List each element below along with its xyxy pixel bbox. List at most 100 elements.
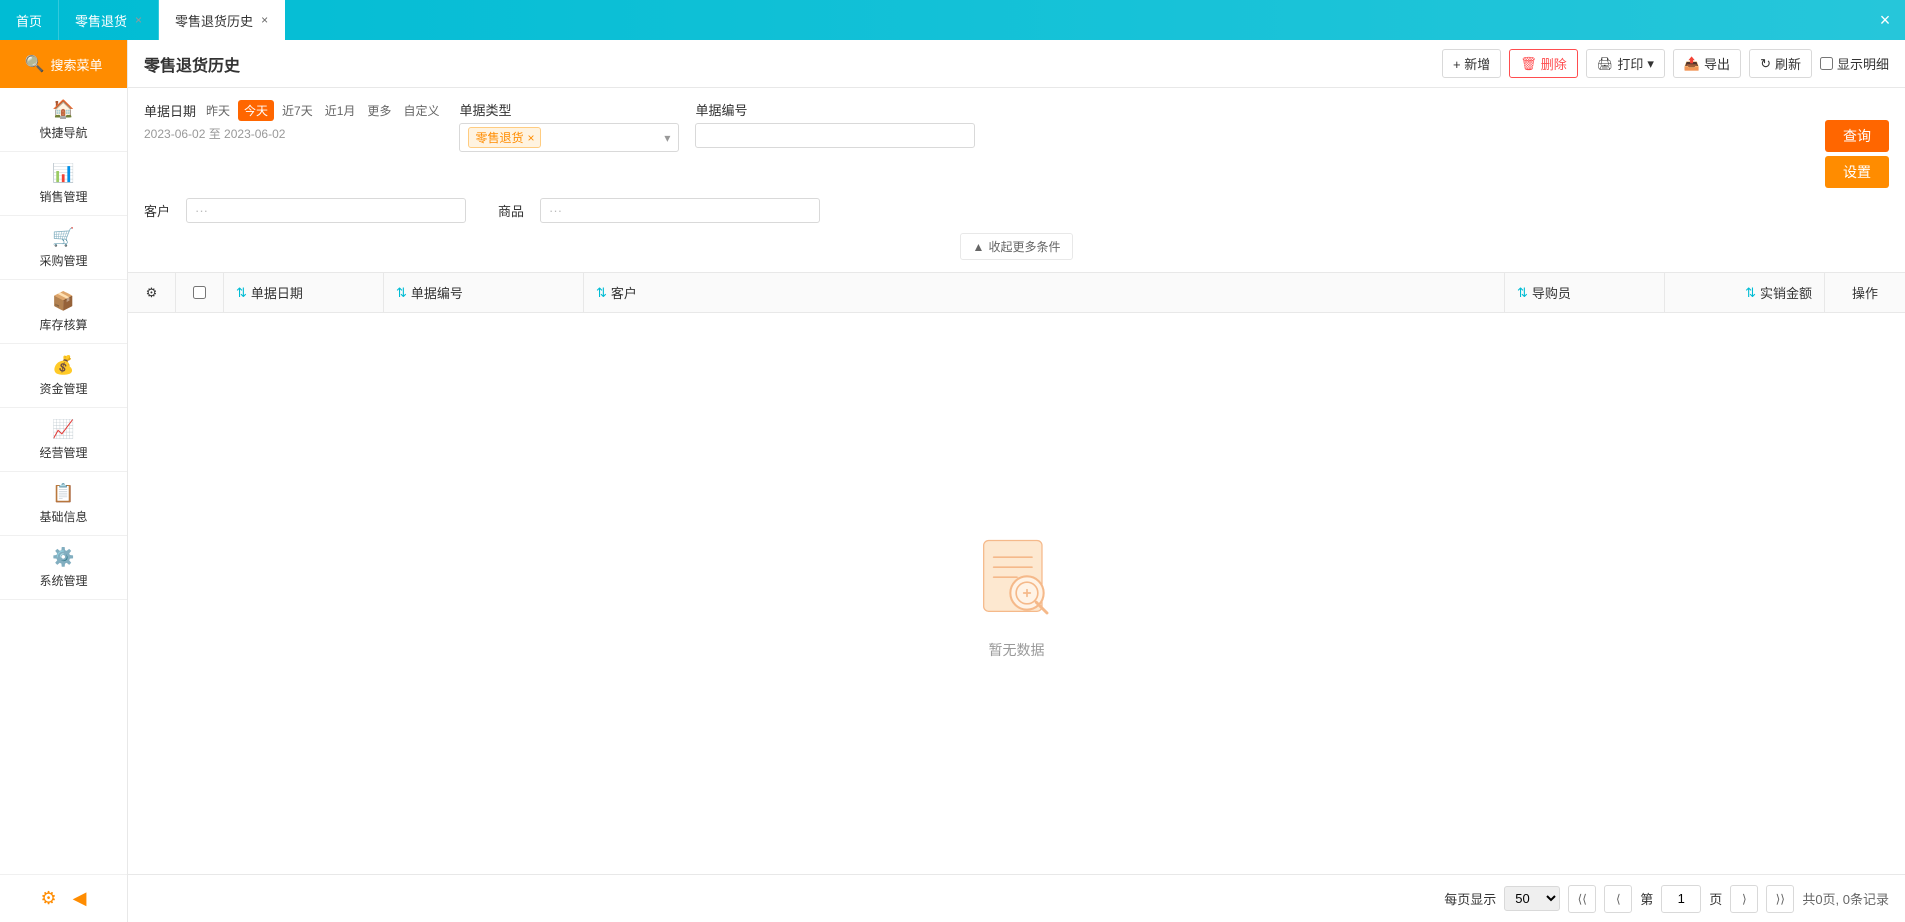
collapse-icon: ▲ bbox=[973, 240, 985, 254]
th-settings[interactable]: ⚙ bbox=[128, 273, 176, 312]
next-page-button[interactable]: ⟩ bbox=[1730, 885, 1758, 913]
empty-state-illustration bbox=[967, 528, 1067, 628]
doc-number-input[interactable] bbox=[695, 123, 975, 148]
th-checkbox[interactable] bbox=[176, 273, 224, 312]
close-tab-retail-return[interactable]: × bbox=[135, 13, 142, 27]
date-shortcut-last1m[interactable]: 近1月 bbox=[321, 100, 360, 121]
query-button[interactable]: 查询 bbox=[1825, 120, 1889, 152]
customer-input[interactable]: ··· bbox=[186, 198, 466, 223]
per-page-label: 每页显示 bbox=[1444, 889, 1496, 908]
page-title: 零售退货历史 bbox=[144, 52, 1442, 76]
th-amount[interactable]: ⇅ 实销金额 bbox=[1665, 273, 1825, 312]
sort-amount-icon: ⇅ bbox=[1745, 285, 1756, 301]
sidebar-item-finance[interactable]: 💰 资金管理 bbox=[0, 344, 127, 408]
top-bar: 首页 零售退货 × 零售退货历史 × × bbox=[0, 0, 1905, 40]
sort-customer-icon: ⇅ bbox=[596, 285, 607, 301]
search-icon: 🔍 bbox=[25, 54, 45, 74]
main-layout: 🔍 搜索菜单 🏠 快捷导航 📊 销售管理 🛒 采购管理 📦 库存核算 💰 资金管… bbox=[0, 40, 1905, 922]
settings-column-icon: ⚙ bbox=[146, 285, 158, 301]
sidebar-item-sales-mgmt[interactable]: 📊 销售管理 bbox=[0, 152, 127, 216]
header-actions: + 新增 🗑 删除 🖨 打印 ▾ 📤 导出 ↻ 刷新 bbox=[1442, 49, 1889, 78]
settings-bottom-icon[interactable]: ⚙ bbox=[41, 888, 57, 909]
sidebar-search[interactable]: 🔍 搜索菜单 bbox=[0, 40, 127, 88]
doc-number-filter: 单据编号 bbox=[695, 100, 975, 148]
sidebar-item-operations[interactable]: 📈 经营管理 bbox=[0, 408, 127, 472]
filter-area: 单据日期 昨天 今天 近7天 近1月 更多 自定义 2023-06-02 至 2… bbox=[128, 88, 1905, 273]
customer-filter: 客户 ··· bbox=[144, 198, 466, 223]
export-button[interactable]: 📤 导出 bbox=[1673, 49, 1741, 78]
show-detail-checkbox-label[interactable]: 显示明细 bbox=[1820, 54, 1889, 73]
inventory-icon: 📦 bbox=[52, 291, 74, 312]
purchase-icon: 🛒 bbox=[52, 227, 74, 248]
operations-icon: 📈 bbox=[52, 419, 74, 440]
sales-icon: 📊 bbox=[52, 163, 74, 184]
collapse-sidebar-icon[interactable]: ◀ bbox=[73, 888, 87, 909]
sidebar-item-inventory[interactable]: 📦 库存核算 bbox=[0, 280, 127, 344]
last-page-button[interactable]: ⟩⟩ bbox=[1766, 885, 1794, 913]
sort-guide-icon: ⇅ bbox=[1517, 285, 1528, 301]
page-suffix: 页 bbox=[1709, 889, 1722, 908]
th-number[interactable]: ⇅ 单据编号 bbox=[384, 273, 584, 312]
type-filter: 单据类型 零售退货 × ▾ bbox=[459, 100, 679, 152]
date-range-display: 2023-06-02 至 2023-06-02 bbox=[144, 125, 285, 142]
th-guide[interactable]: ⇅ 导购员 bbox=[1505, 273, 1665, 312]
type-tag: 零售退货 × bbox=[468, 127, 541, 148]
show-detail-checkbox[interactable] bbox=[1820, 57, 1833, 70]
tab-retail-return[interactable]: 零售退货 × bbox=[59, 0, 159, 40]
action-buttons: 查询 设置 bbox=[1825, 120, 1889, 188]
date-shortcut-last7[interactable]: 近7天 bbox=[278, 100, 317, 121]
finance-icon: 💰 bbox=[52, 355, 74, 376]
print-dropdown-icon: ▾ bbox=[1647, 56, 1654, 72]
print-icon: 🖨 bbox=[1597, 56, 1614, 72]
date-shortcut-more[interactable]: 更多 bbox=[363, 100, 395, 121]
empty-state: 暂无数据 bbox=[128, 313, 1905, 874]
print-button[interactable]: 🖨 打印 ▾ bbox=[1586, 49, 1665, 78]
date-filter: 单据日期 昨天 今天 近7天 近1月 更多 自定义 2023-06-02 至 2… bbox=[144, 100, 443, 142]
sidebar-item-basic-info[interactable]: 📋 基础信息 bbox=[0, 472, 127, 536]
goods-input[interactable]: ··· bbox=[540, 198, 820, 223]
collapse-filter-button[interactable]: ▲ 收起更多条件 bbox=[960, 233, 1074, 260]
type-select-arrow-icon: ▾ bbox=[664, 131, 670, 145]
sort-number-icon: ⇅ bbox=[396, 285, 407, 301]
date-shortcut-today[interactable]: 今天 bbox=[238, 100, 274, 121]
export-icon: 📤 bbox=[1684, 56, 1700, 72]
sidebar-bottom: ⚙ ◀ bbox=[0, 874, 127, 922]
total-info: 共0页, 0条记录 bbox=[1802, 889, 1889, 908]
refresh-button[interactable]: ↻ 刷新 bbox=[1749, 49, 1812, 78]
system-icon: ⚙️ bbox=[52, 547, 74, 568]
content-area: 零售退货历史 + 新增 🗑 删除 🖨 打印 ▾ 📤 导出 ↻ bbox=[128, 40, 1905, 922]
per-page-select[interactable]: 10 20 50 100 bbox=[1504, 886, 1560, 911]
refresh-icon: ↻ bbox=[1760, 56, 1771, 72]
basic-info-icon: 📋 bbox=[52, 483, 74, 504]
date-shortcut-custom[interactable]: 自定义 bbox=[399, 100, 443, 121]
pagination-bar: 每页显示 10 20 50 100 ⟨⟨ ⟨ 第 页 ⟩ ⟩⟩ 共0页, 0条记… bbox=[128, 874, 1905, 922]
tab-retail-return-history[interactable]: 零售退货历史 × bbox=[159, 0, 285, 40]
close-tab-retail-return-history[interactable]: × bbox=[261, 13, 268, 27]
sidebar-item-quick-nav[interactable]: 🏠 快捷导航 bbox=[0, 88, 127, 152]
type-tag-remove[interactable]: × bbox=[527, 131, 534, 145]
select-all-checkbox[interactable] bbox=[193, 286, 206, 299]
new-button[interactable]: + 新增 bbox=[1442, 49, 1501, 78]
th-date[interactable]: ⇅ 单据日期 bbox=[224, 273, 384, 312]
table-header: ⚙ ⇅ 单据日期 ⇅ 单据编号 ⇅ 客户 ⇅ bbox=[128, 273, 1905, 313]
page-number-input[interactable] bbox=[1661, 885, 1701, 913]
first-page-button[interactable]: ⟨⟨ bbox=[1568, 885, 1596, 913]
page-header: 零售退货历史 + 新增 🗑 删除 🖨 打印 ▾ 📤 导出 ↻ bbox=[128, 40, 1905, 88]
prev-page-button[interactable]: ⟨ bbox=[1604, 885, 1632, 913]
page-prefix: 第 bbox=[1640, 889, 1653, 908]
date-shortcut-yesterday[interactable]: 昨天 bbox=[202, 100, 234, 121]
th-customer[interactable]: ⇅ 客户 bbox=[584, 273, 1505, 312]
delete-icon: 🗑 bbox=[1520, 56, 1537, 72]
sidebar-item-system[interactable]: ⚙️ 系统管理 bbox=[0, 536, 127, 600]
sort-date-icon: ⇅ bbox=[236, 285, 247, 301]
delete-button[interactable]: 🗑 删除 bbox=[1509, 49, 1578, 78]
table-area: ⚙ ⇅ 单据日期 ⇅ 单据编号 ⇅ 客户 ⇅ bbox=[128, 273, 1905, 874]
type-select[interactable]: 零售退货 × ▾ bbox=[459, 123, 679, 152]
empty-text: 暂无数据 bbox=[989, 640, 1045, 660]
tab-home[interactable]: 首页 bbox=[0, 0, 59, 40]
sidebar-item-purchase-mgmt[interactable]: 🛒 采购管理 bbox=[0, 216, 127, 280]
window-close-button[interactable]: × bbox=[1865, 0, 1905, 40]
settings-button[interactable]: 设置 bbox=[1825, 156, 1889, 188]
date-shortcuts: 昨天 今天 近7天 近1月 更多 自定义 bbox=[202, 100, 443, 121]
th-action: 操作 bbox=[1825, 273, 1905, 312]
